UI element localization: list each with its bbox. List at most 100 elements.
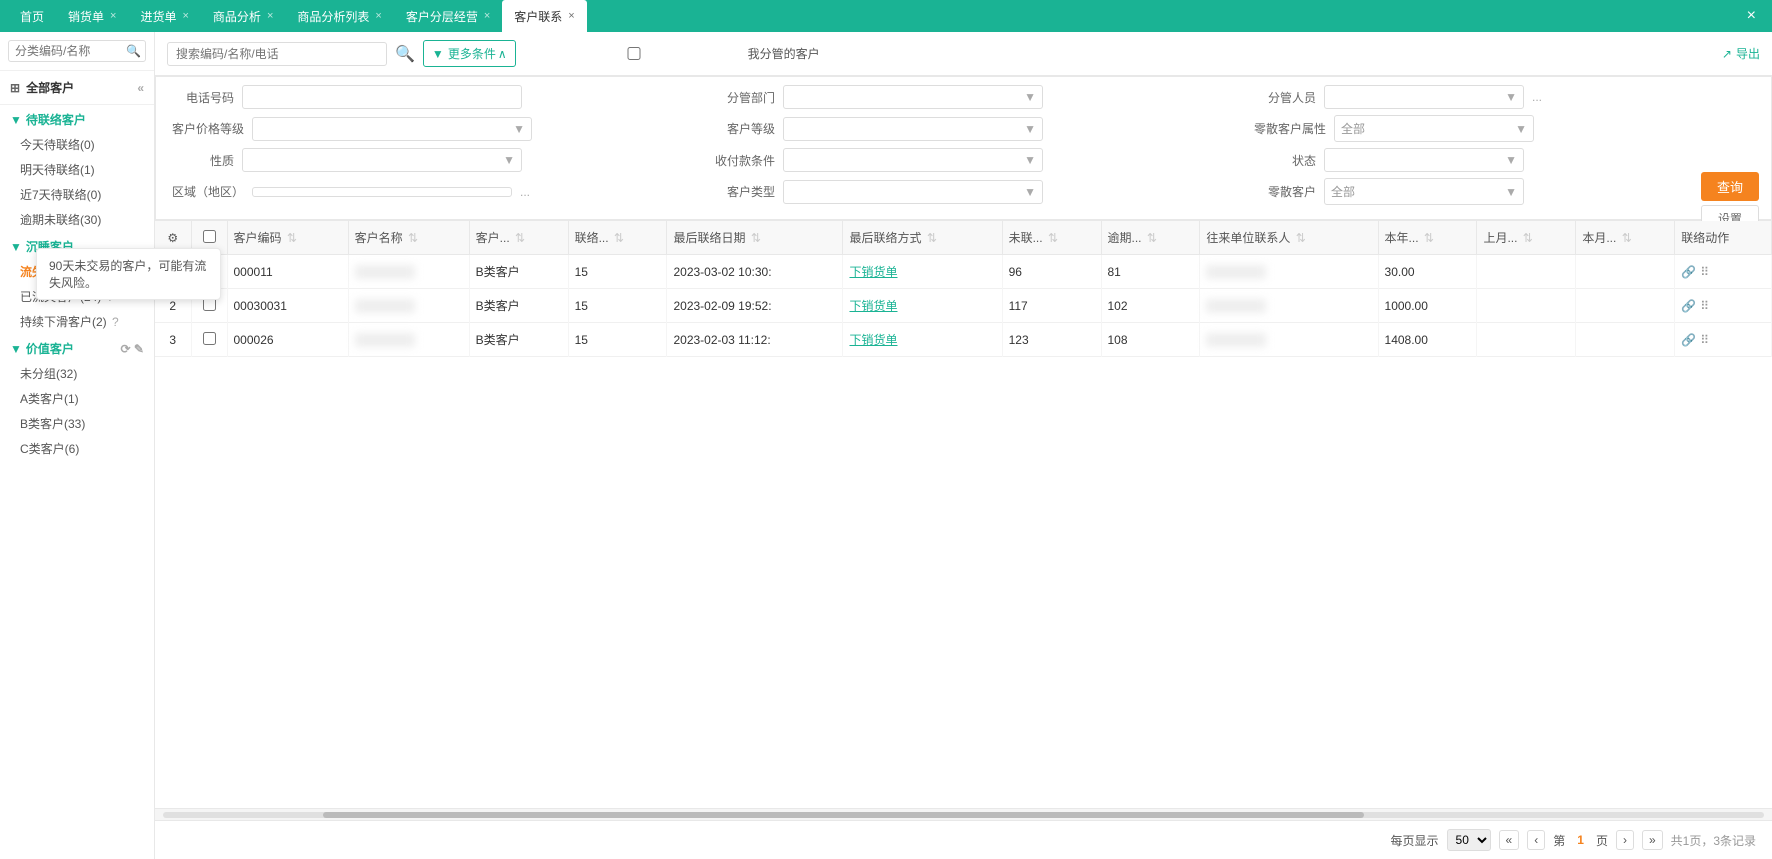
global-close-button[interactable]: × (1739, 7, 1764, 25)
sidebar-item-tomorrow-pending[interactable]: 明天待联络(1) (0, 157, 154, 182)
row3-more-icon[interactable]: ⠿ (1700, 333, 1709, 347)
sidebar-item-declining[interactable]: 持续下滑客户(2) ? (0, 309, 154, 334)
table-settings-icon[interactable]: ⚙ (167, 231, 178, 245)
search-input[interactable] (167, 42, 387, 66)
region-dots[interactable]: ... (512, 185, 538, 199)
phone-input[interactable] (242, 85, 522, 109)
query-button[interactable]: 查询 (1701, 172, 1759, 201)
main-layout: 🔍 ⊞ 全部客户 « ▼ 待联络客户 今天待联络(0) 明天待联络(1) 近7天… (0, 32, 1772, 859)
last-page-button[interactable]: » (1642, 830, 1663, 850)
select-all-checkbox[interactable] (203, 230, 216, 243)
close-sales-order-icon[interactable]: × (110, 10, 116, 22)
status-select[interactable]: ▼ (1324, 148, 1524, 172)
sidebar-item-ungrouped[interactable]: 未分组(32) (0, 361, 154, 386)
sort-type-icon[interactable]: ⇅ (515, 231, 525, 245)
row2-type: B类客户 (469, 289, 568, 323)
horizontal-scrollbar[interactable] (155, 808, 1772, 820)
row3-select-checkbox[interactable] (203, 332, 216, 345)
close-product-analysis-icon[interactable]: × (267, 10, 273, 22)
th-customer-code: 客户编码 ⇅ (227, 221, 348, 255)
price-level-select[interactable]: ▼ (252, 117, 532, 141)
tab-sales-order[interactable]: 销货单 × (56, 0, 128, 32)
my-customers-checkbox[interactable] (524, 47, 744, 60)
close-product-analysis-list-icon[interactable]: × (375, 10, 381, 22)
row1-code[interactable]: 000011 (227, 255, 348, 289)
sidebar-item-c-class[interactable]: C类客户(6) (0, 436, 154, 461)
row2-action-icons: 🔗 ⠿ (1681, 299, 1765, 313)
sort-uncontacted-icon[interactable]: ⇅ (1048, 231, 1058, 245)
sidebar-item-a-class[interactable]: A类客户(1) (0, 386, 154, 411)
row1-last-date: 2023-03-02 10:30: (667, 255, 843, 289)
row3-last-method[interactable]: 下销货单 (843, 323, 1002, 357)
close-customer-layer-icon[interactable]: × (484, 10, 490, 22)
export-button[interactable]: ↗ 导出 (1722, 45, 1760, 62)
payment-select[interactable]: ▼ (783, 148, 1043, 172)
customer-level-select[interactable]: ▼ (783, 117, 1043, 141)
sort-name-icon[interactable]: ⇅ (408, 231, 418, 245)
row3-this-month (1576, 323, 1675, 357)
nature-select[interactable]: ▼ (242, 148, 522, 172)
tab-home[interactable]: 首页 (8, 0, 56, 32)
dept-select[interactable]: ▼ (783, 85, 1043, 109)
sidebar-group-value-customers[interactable]: ▼ 价值客户 ⟳ ✎ (0, 334, 154, 361)
tab-product-analysis-list[interactable]: 商品分析列表 × (285, 0, 393, 32)
row2-code[interactable]: 00030031 (227, 289, 348, 323)
arrow-down-icon2: ▼ (10, 240, 22, 254)
row1-last-method[interactable]: 下销货单 (843, 255, 1002, 289)
row2-last-method[interactable]: 下销货单 (843, 289, 1002, 323)
zero-retail-select[interactable]: 全部 ▼ (1324, 178, 1524, 205)
sort-this-year-icon[interactable]: ⇅ (1424, 231, 1434, 245)
tab-customer-layer[interactable]: 客户分层经营 × (394, 0, 502, 32)
row1-last-month (1477, 255, 1576, 289)
row3-code[interactable]: 000026 (227, 323, 348, 357)
customer-level-label: 客户等级 (713, 120, 783, 137)
zero-retail-attr-select[interactable]: 全部 ▼ (1334, 115, 1534, 142)
row1-contact-icon[interactable]: 🔗 (1681, 265, 1696, 279)
row3-index: 3 (155, 323, 191, 357)
first-page-button[interactable]: « (1499, 830, 1520, 850)
sort-unit-contact-icon[interactable]: ⇅ (1296, 231, 1306, 245)
sort-last-month-icon[interactable]: ⇅ (1523, 231, 1533, 245)
sidebar-all-customers[interactable]: ⊞ 全部客户 « (0, 71, 154, 105)
search-button[interactable]: 🔍 (395, 44, 415, 64)
region-select[interactable] (252, 187, 512, 197)
row2-actions: 🔗 ⠿ (1675, 289, 1772, 323)
person-dots[interactable]: ... (1524, 90, 1550, 104)
sidebar-item-b-class[interactable]: B类客户(33) (0, 411, 154, 436)
filter-row-2: 客户价格等级 ▼ 客户等级 ▼ 零散客户属性 (172, 115, 1755, 142)
tab-customer-contact[interactable]: 客户联系 × (502, 0, 586, 32)
close-customer-contact-icon[interactable]: × (568, 10, 574, 22)
tab-purchase-order[interactable]: 进货单 × (128, 0, 200, 32)
scroll-thumb[interactable] (323, 812, 1364, 818)
sort-overdue-icon[interactable]: ⇅ (1147, 231, 1157, 245)
sort-this-month-icon[interactable]: ⇅ (1622, 231, 1632, 245)
my-customers-toggle[interactable]: 我分管的客户 (524, 45, 820, 62)
person-select[interactable]: ▼ (1324, 85, 1524, 109)
sort-contact-icon[interactable]: ⇅ (614, 231, 624, 245)
close-purchase-order-icon[interactable]: × (182, 10, 188, 22)
row3-contact-icon[interactable]: 🔗 (1681, 333, 1696, 347)
sort-method-icon[interactable]: ⇅ (927, 231, 937, 245)
sidebar-item-today-pending[interactable]: 今天待联络(0) (0, 132, 154, 157)
sidebar-item-overdue-pending[interactable]: 逾期未联络(30) (0, 207, 154, 232)
filter-payment: 收付款条件 ▼ (713, 148, 1214, 172)
row1-more-icon[interactable]: ⠿ (1700, 265, 1709, 279)
edit-icons[interactable]: ⟳ ✎ (121, 342, 144, 356)
per-page-label: 每页显示 (1391, 832, 1439, 849)
sidebar-item-7days-pending[interactable]: 近7天待联络(0) (0, 182, 154, 207)
sort-code-icon[interactable]: ⇅ (287, 231, 297, 245)
next-page-button[interactable]: › (1616, 830, 1634, 850)
per-page-select[interactable]: 50 (1447, 829, 1491, 851)
row2-contact-icon[interactable]: 🔗 (1681, 299, 1696, 313)
row2-more-icon[interactable]: ⠿ (1700, 299, 1709, 313)
sort-date-icon[interactable]: ⇅ (751, 231, 761, 245)
customer-type-select[interactable]: ▼ (783, 180, 1043, 204)
prev-page-button[interactable]: ‹ (1527, 830, 1545, 850)
th-last-contact-date: 最后联络日期 ⇅ (667, 221, 843, 255)
more-conditions-button[interactable]: ▼ 更多条件 ∧ (423, 40, 516, 67)
data-table-area: ⚙ 客户编码 ⇅ 客户名称 ⇅ (155, 220, 1772, 808)
filter-row-4: 区域（地区） ... 客户类型 ▼ 零散客户 (172, 178, 1755, 205)
tab-product-analysis[interactable]: 商品分析 × (201, 0, 285, 32)
sidebar-group-pending[interactable]: ▼ 待联络客户 (0, 105, 154, 132)
collapse-icon[interactable]: « (137, 81, 144, 95)
